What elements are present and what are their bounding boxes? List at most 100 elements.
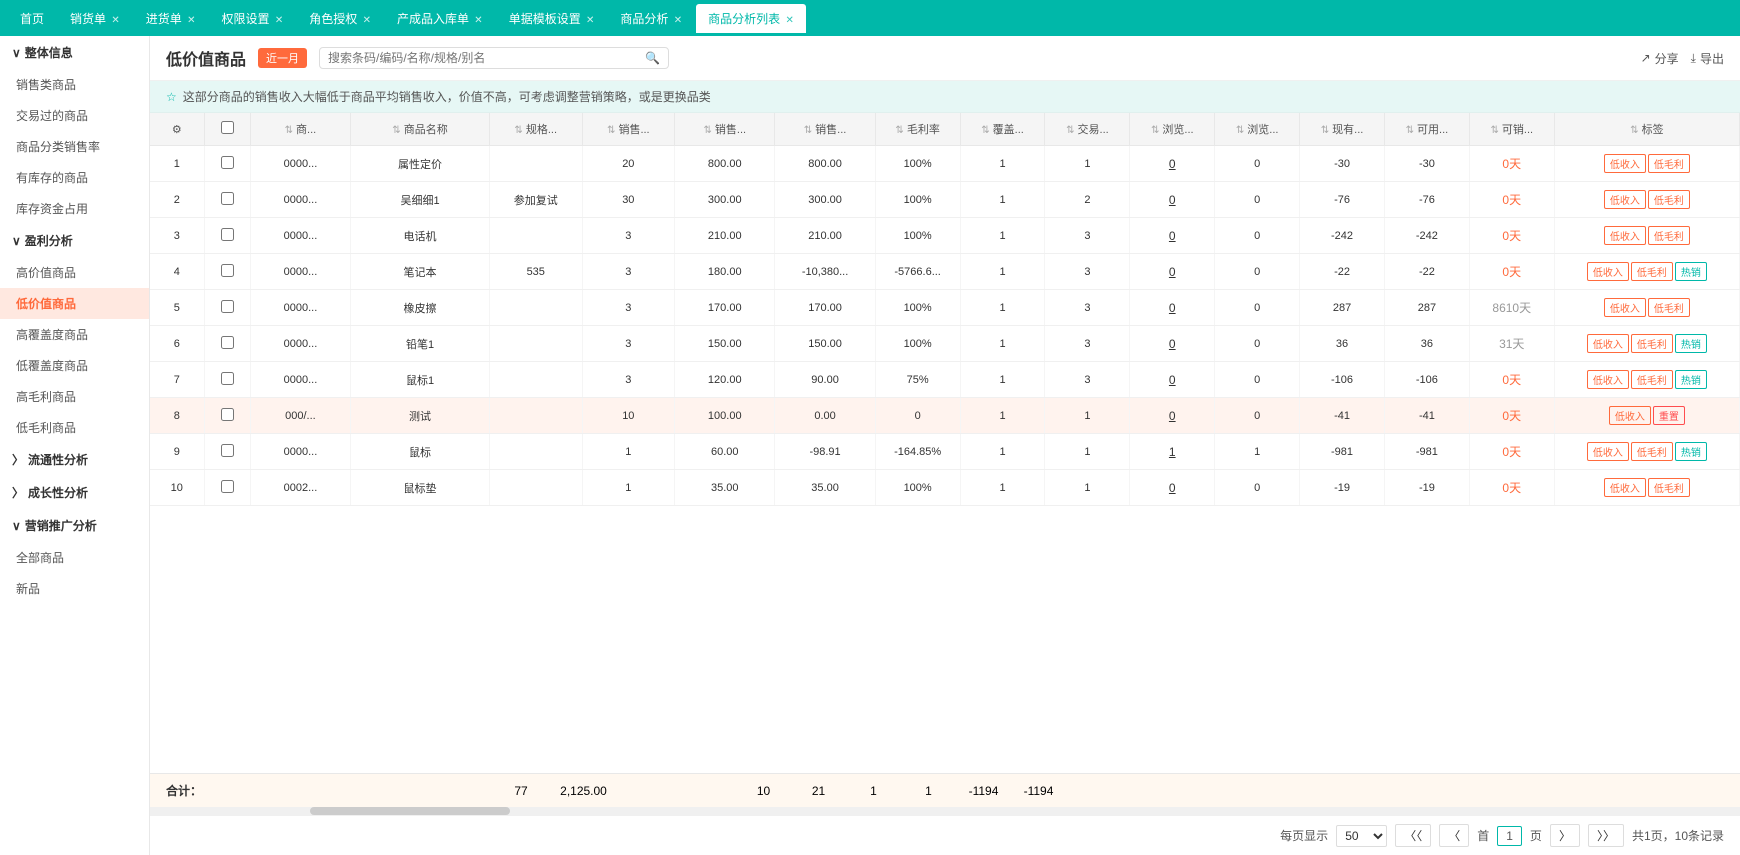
sidebar-group-profit[interactable]: ∨ 盈利分析 xyxy=(0,224,149,257)
th-sale-price[interactable]: ⇅ 销售... xyxy=(675,113,775,146)
cell-check[interactable] xyxy=(204,398,250,434)
select-all-checkbox[interactable] xyxy=(221,121,234,134)
browse-link[interactable]: 0 xyxy=(1169,229,1176,243)
nav-close-list[interactable]: ✕ xyxy=(786,15,794,26)
row-checkbox[interactable] xyxy=(221,156,234,169)
last-page-button[interactable]: 〉〉 xyxy=(1588,824,1624,847)
cell-check[interactable] xyxy=(204,182,250,218)
th-tags[interactable]: ⇅ 标签 xyxy=(1554,113,1739,146)
sort-icon-tags[interactable]: ⇅ xyxy=(1630,125,1638,136)
nav-close-purchase[interactable]: ✕ xyxy=(187,15,195,26)
sidebar-group-marketing[interactable]: ∨ 营销推广分析 xyxy=(0,509,149,542)
th-gross[interactable]: ⇅ 毛利率 xyxy=(875,113,960,146)
sidebar-item-stock-capital[interactable]: 库存资金占用 xyxy=(0,193,149,224)
nav-sales-order[interactable]: 销货单 ✕ xyxy=(58,4,132,33)
cell-browse1[interactable]: 0 xyxy=(1130,182,1215,218)
search-input[interactable] xyxy=(328,51,645,65)
browse-link[interactable]: 0 xyxy=(1169,409,1176,423)
th-gear[interactable]: ⚙ xyxy=(150,113,204,146)
th-cover[interactable]: ⇅ 覆盖... xyxy=(960,113,1045,146)
nav-template[interactable]: 单据模板设置 ✕ xyxy=(497,4,607,33)
browse-link[interactable]: 0 xyxy=(1169,481,1176,495)
nav-home[interactable]: 首页 xyxy=(8,4,56,33)
row-checkbox[interactable] xyxy=(221,480,234,493)
cell-browse1[interactable]: 0 xyxy=(1130,146,1215,182)
sidebar-group-circulation[interactable]: 〉 流通性分析 xyxy=(0,443,149,476)
nav-close-analysis[interactable]: ✕ xyxy=(674,15,682,26)
sort-icon-stock[interactable]: ⇅ xyxy=(1321,125,1329,136)
sidebar-item-high-value[interactable]: 高价值商品 xyxy=(0,257,149,288)
nav-close-permission[interactable]: ✕ xyxy=(275,15,283,26)
th-sale-qty[interactable]: ⇅ 销售... xyxy=(582,113,675,146)
th-trade[interactable]: ⇅ 交易... xyxy=(1045,113,1130,146)
nav-product-in[interactable]: 产成品入库单 ✕ xyxy=(385,4,495,33)
row-checkbox[interactable] xyxy=(221,264,234,277)
row-checkbox[interactable] xyxy=(221,300,234,313)
page-size-select[interactable]: 50 10 20 100 xyxy=(1336,825,1387,847)
sort-icon-trade[interactable]: ⇅ xyxy=(1066,125,1074,136)
nav-purchase[interactable]: 进货单 ✕ xyxy=(134,4,208,33)
share-button[interactable]: ↗ 分享 xyxy=(1641,50,1679,67)
cell-browse1[interactable]: 0 xyxy=(1130,398,1215,434)
cell-check[interactable] xyxy=(204,218,250,254)
cell-check[interactable] xyxy=(204,254,250,290)
sidebar-group-growth[interactable]: 〉 成长性分析 xyxy=(0,476,149,509)
sort-icon-browse1[interactable]: ⇅ xyxy=(1151,125,1159,136)
scrollbar-thumb[interactable] xyxy=(310,807,510,815)
th-browse1[interactable]: ⇅ 浏览... xyxy=(1130,113,1215,146)
sidebar-item-low-margin[interactable]: 低毛利商品 xyxy=(0,412,149,443)
nav-role[interactable]: 角色授权 ✕ xyxy=(297,4,383,33)
sort-icon-cover[interactable]: ⇅ xyxy=(981,125,989,136)
horizontal-scrollbar[interactable] xyxy=(150,807,1740,815)
sidebar-item-high-cover[interactable]: 高覆盖度商品 xyxy=(0,319,149,350)
th-sale-amt[interactable]: ⇅ 销售... xyxy=(775,113,875,146)
sort-icon-saleamt[interactable]: ⇅ xyxy=(804,125,812,136)
table-wrapper[interactable]: ⚙ ⇅ 商... ⇅ 商品名称 ⇅ 规格... ⇅ 销售... ⇅ 销售... … xyxy=(150,113,1740,773)
cell-check[interactable] xyxy=(204,470,250,506)
first-page-button[interactable]: 〈〈 xyxy=(1395,824,1431,847)
sidebar-group-overall[interactable]: ∨ 整体信息 xyxy=(0,36,149,69)
nav-close-template[interactable]: ✕ xyxy=(586,15,594,26)
sidebar-item-low-value[interactable]: 低价值商品 xyxy=(0,288,149,319)
sidebar-item-new-goods[interactable]: 新品 xyxy=(0,573,149,604)
th-stock[interactable]: ⇅ 现有... xyxy=(1300,113,1385,146)
sort-icon-saleqty[interactable]: ⇅ xyxy=(607,125,615,136)
th-code[interactable]: ⇅ 商... xyxy=(250,113,350,146)
cell-browse1[interactable]: 0 xyxy=(1130,326,1215,362)
sidebar-item-stock-goods[interactable]: 有库存的商品 xyxy=(0,162,149,193)
cell-check[interactable] xyxy=(204,434,250,470)
sort-icon-name[interactable]: ⇅ xyxy=(392,125,400,136)
browse-link[interactable]: 0 xyxy=(1169,301,1176,315)
sort-icon-spec[interactable]: ⇅ xyxy=(514,125,522,136)
sort-icon-saleable[interactable]: ⇅ xyxy=(1490,125,1498,136)
browse-link[interactable]: 1 xyxy=(1169,445,1176,459)
nav-permission[interactable]: 权限设置 ✕ xyxy=(209,4,295,33)
cell-browse1[interactable]: 0 xyxy=(1130,470,1215,506)
cell-browse1[interactable]: 1 xyxy=(1130,434,1215,470)
nav-goods-analysis[interactable]: 商品分析 ✕ xyxy=(608,4,694,33)
current-page[interactable]: 1 xyxy=(1497,826,1522,846)
cell-check[interactable] xyxy=(204,290,250,326)
th-avail[interactable]: ⇅ 可用... xyxy=(1384,113,1469,146)
prev-page-button[interactable]: 〈 xyxy=(1439,824,1469,847)
browse-link[interactable]: 0 xyxy=(1169,373,1176,387)
cell-check[interactable] xyxy=(204,146,250,182)
browse-link[interactable]: 0 xyxy=(1169,265,1176,279)
browse-link[interactable]: 0 xyxy=(1169,337,1176,351)
nav-close-product-in[interactable]: ✕ xyxy=(474,15,482,26)
nav-close-sales[interactable]: ✕ xyxy=(111,15,119,26)
cell-browse1[interactable]: 0 xyxy=(1130,254,1215,290)
row-checkbox[interactable] xyxy=(221,228,234,241)
browse-link[interactable]: 0 xyxy=(1169,157,1176,171)
sidebar-item-all-goods[interactable]: 全部商品 xyxy=(0,542,149,573)
search-icon[interactable]: 🔍 xyxy=(645,51,660,65)
row-checkbox[interactable] xyxy=(221,336,234,349)
th-name[interactable]: ⇅ 商品名称 xyxy=(351,113,490,146)
sidebar-item-low-cover[interactable]: 低覆盖度商品 xyxy=(0,350,149,381)
row-checkbox[interactable] xyxy=(221,408,234,421)
sort-icon-gross[interactable]: ⇅ xyxy=(895,125,903,136)
row-checkbox[interactable] xyxy=(221,444,234,457)
browse-link[interactable]: 0 xyxy=(1169,193,1176,207)
sidebar-item-category-rate[interactable]: 商品分类销售率 xyxy=(0,131,149,162)
sidebar-item-high-margin[interactable]: 高毛利商品 xyxy=(0,381,149,412)
